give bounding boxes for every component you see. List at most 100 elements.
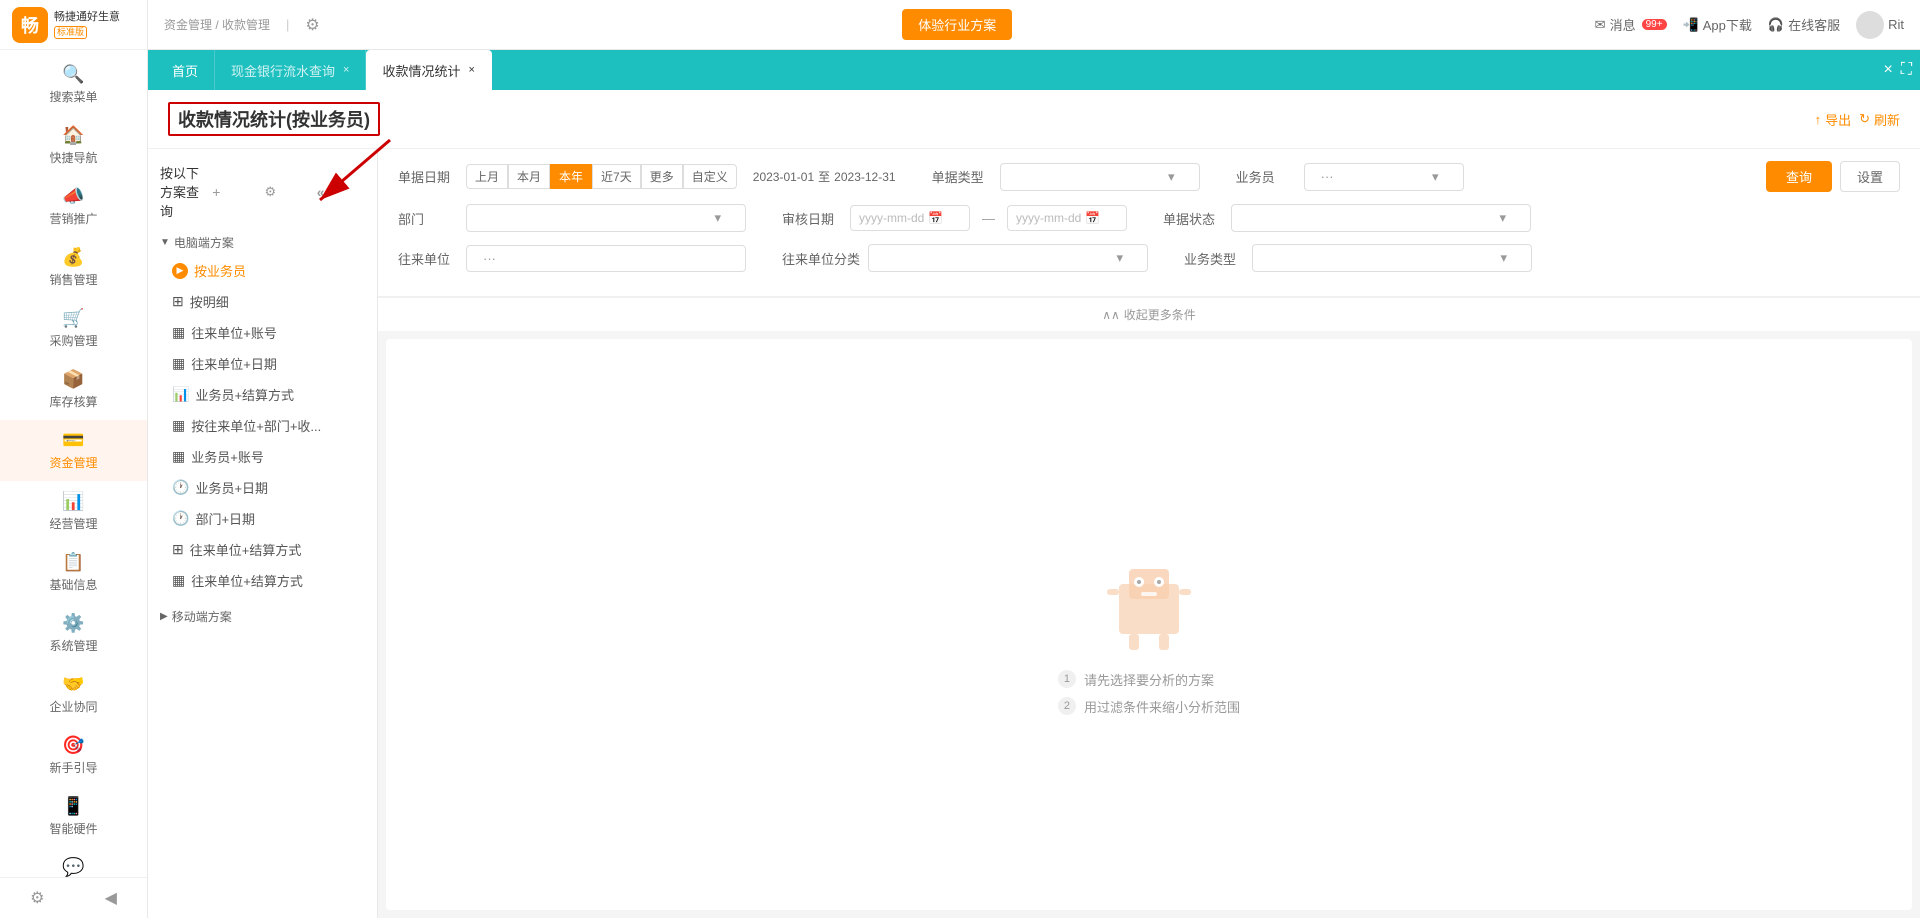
scheme-item-unit-dept[interactable]: ▦ 按往来单位+部门+收...	[148, 410, 377, 441]
sidebar-item-inventory[interactable]: 📦 库存核算	[0, 359, 147, 420]
dept-select[interactable]: ▾	[466, 204, 746, 232]
system-icon: ⚙️	[62, 613, 84, 634]
sidebar-item-quicknav[interactable]: 🏠 快捷导航	[0, 115, 147, 176]
grid-icon: ⊞	[172, 293, 184, 310]
breadcrumb-path: 资金管理 / 收款管理	[164, 16, 270, 33]
sidebar-item-guide[interactable]: 🎯 新手引导	[0, 725, 147, 786]
scheme-item-unit-account[interactable]: ▦ 往来单位+账号	[148, 317, 377, 348]
sidebar-item-system[interactable]: ⚙️ 系统管理	[0, 603, 147, 664]
tab-close-receipt[interactable]: ×	[468, 64, 474, 76]
review-date-to[interactable]: yyyy-mm-dd 📅	[1007, 205, 1127, 231]
filter-settings-button[interactable]: 设置	[1840, 161, 1900, 192]
date-tab-7days[interactable]: 近7天	[592, 164, 641, 189]
close-all-tabs-button[interactable]: ×	[1883, 61, 1892, 79]
sidebar-item-wechat[interactable]: 💬 企业微信	[0, 847, 147, 877]
service-icon: 🎧	[1768, 17, 1784, 33]
page-actions: ↑ 导出 ↻ 刷新	[1815, 110, 1900, 129]
collapse-sidebar-icon[interactable]: ◀	[105, 888, 117, 908]
query-button[interactable]: 查询	[1766, 161, 1832, 192]
tab-receipt[interactable]: 收款情况统计 ×	[366, 50, 491, 90]
unit-classify-label: 往来单位分类	[782, 249, 860, 268]
scheme-item-salesman-account[interactable]: ▦ 业务员+账号	[148, 441, 377, 472]
sidebar-item-enterprise[interactable]: 🤝 企业协同	[0, 664, 147, 725]
scheme-item-by-salesman[interactable]: ▶ 按业务员	[148, 255, 377, 286]
sidebar-item-purchase[interactable]: 🛒 采购管理	[0, 298, 147, 359]
export-button[interactable]: ↑ 导出	[1815, 110, 1852, 129]
date-separator: —	[982, 211, 995, 226]
from-unit-select[interactable]: ···	[466, 245, 746, 272]
hint-item-1: 1 请先选择要分析的方案	[1058, 670, 1240, 689]
scheme-item-unit-settle2[interactable]: ▦ 往来单位+结算方式	[148, 565, 377, 596]
sidebar-item-finance[interactable]: 💳 资金管理	[0, 420, 147, 481]
fullscreen-button[interactable]: ⛶	[1901, 61, 1912, 79]
scheme-item-salesman-date[interactable]: 🕐 业务员+日期	[148, 472, 377, 503]
filter-date-item: 单据日期 上月 本月 本年 近7天 更多 自定义	[398, 164, 896, 189]
unit-classify-select[interactable]: ▾	[868, 244, 1148, 272]
tab-home[interactable]: 首页	[156, 50, 215, 90]
refresh-button[interactable]: ↻ 刷新	[1859, 110, 1900, 129]
biz-type-select[interactable]: ▾	[1252, 244, 1532, 272]
date-tab-this-year[interactable]: 本年	[550, 164, 592, 189]
page-header: 收款情况统计(按业务员) ↑ 导出 ↻ 刷新	[148, 90, 1920, 149]
tab-close-bank[interactable]: ×	[343, 64, 349, 76]
doctype-chevron-icon: ▾	[1168, 169, 1175, 185]
settings-footer-icon[interactable]: ⚙	[30, 888, 44, 908]
dept-chevron-icon: ▾	[714, 210, 721, 226]
review-date-from[interactable]: yyyy-mm-dd 📅	[850, 205, 970, 231]
user-avatar-button[interactable]: Rit	[1856, 11, 1904, 39]
salesman-label: 业务员	[1236, 167, 1296, 186]
message-button[interactable]: ✉ 消息 99+	[1595, 15, 1667, 34]
more-icon: ···	[1321, 169, 1334, 184]
inventory-icon: 📦	[62, 369, 84, 390]
filter-doctype-item: 单据类型 ▾	[932, 163, 1200, 191]
sidebar-item-hardware[interactable]: 📱 智能硬件	[0, 786, 147, 847]
sidebar-item-marketing[interactable]: 📣 营销推广	[0, 176, 147, 237]
trial-button[interactable]: 体验行业方案	[902, 9, 1012, 40]
chart-icon: 📊	[172, 386, 189, 403]
doc-status-select[interactable]: ▾	[1231, 204, 1531, 232]
table3-icon: ▦	[172, 417, 185, 434]
date-tab-this-month[interactable]: 本月	[508, 164, 550, 189]
filter-row-2: 部门 ▾ 审核日期 yyyy-mm-dd 📅	[398, 204, 1900, 232]
scheme-group-mobile: ▶ 移动端方案	[148, 600, 377, 633]
collapse-icon: ∧∧	[1102, 308, 1120, 322]
date-tabs: 上月 本月 本年 近7天 更多 自定义	[466, 164, 737, 189]
sales-icon: 💰	[62, 247, 84, 268]
empty-hints: 1 请先选择要分析的方案 2 用过滤条件来缩小分析范围	[1058, 670, 1240, 716]
scheme-item-salesman-settle[interactable]: 📊 业务员+结算方式	[148, 379, 377, 410]
filter-row-1: 单据日期 上月 本月 本年 近7天 更多 自定义	[398, 161, 1900, 192]
scheme-group-desktop: ▼ 电脑端方案 ▶ 按业务员 ⊞ 按明细 ▦	[148, 226, 377, 600]
scheme-item-unit-settle1[interactable]: ⊞ 往来单位+结算方式	[148, 534, 377, 565]
collapse-bar[interactable]: ∧∧ 收起更多条件	[378, 297, 1920, 331]
tab-bank[interactable]: 现金银行流水查询 ×	[215, 50, 366, 90]
scheme-settings-button[interactable]: ⚙	[265, 184, 313, 200]
salesman-select[interactable]: ··· ▾	[1304, 163, 1464, 191]
sidebar-item-search[interactable]: 🔍 搜索菜单	[0, 54, 147, 115]
marketing-icon: 📣	[62, 186, 84, 207]
empty-content: 1 请先选择要分析的方案 2 用过滤条件来缩小分析范围	[386, 339, 1912, 910]
topbar-left: 资金管理 / 收款管理 | ⚙	[164, 15, 320, 35]
date-tab-custom[interactable]: 自定义	[683, 164, 737, 189]
doctype-select[interactable]: ▾	[1000, 163, 1200, 191]
sidebar-nav: 🔍 搜索菜单 🏠 快捷导航 📣 营销推广 💰 销售管理 🛒 采购管理 📦 库存核…	[0, 50, 147, 877]
doc-status-label: 单据状态	[1163, 209, 1223, 228]
scheme-collapse-button[interactable]: «	[317, 184, 365, 200]
scheme-item-unit-date[interactable]: ▦ 往来单位+日期	[148, 348, 377, 379]
scheme-panel: 按以下方案查询 + ⚙ « ▼ 电脑端方案 ▶	[148, 149, 378, 918]
online-service-button[interactable]: 🎧 在线客服	[1768, 15, 1840, 34]
scheme-item-by-detail[interactable]: ⊞ 按明细	[148, 286, 377, 317]
scheme-item-dept-date[interactable]: 🕐 部门+日期	[148, 503, 377, 534]
filter-unit-classify-item: 往来单位分类 ▾	[782, 244, 1148, 272]
sidebar: 畅 畅捷通好生意 标准版 🔍 搜索菜单 🏠 快捷导航 📣 营销推广 💰 销售管理…	[0, 0, 148, 918]
date-tab-more[interactable]: 更多	[641, 164, 683, 189]
sidebar-item-sales[interactable]: 💰 销售管理	[0, 237, 147, 298]
sidebar-item-operation[interactable]: 📊 经营管理	[0, 481, 147, 542]
topbar-settings-icon[interactable]: ⚙	[305, 15, 319, 35]
from-unit-more-icon: ···	[483, 251, 496, 266]
scheme-add-button[interactable]: +	[212, 184, 260, 200]
scheme-group-desktop-header[interactable]: ▼ 电脑端方案	[148, 230, 377, 255]
sidebar-item-basicinfo[interactable]: 📋 基础信息	[0, 542, 147, 603]
app-download-button[interactable]: 📲 App下载	[1683, 15, 1752, 34]
scheme-group-mobile-header[interactable]: ▶ 移动端方案	[148, 604, 377, 629]
date-tab-last-month[interactable]: 上月	[466, 164, 508, 189]
